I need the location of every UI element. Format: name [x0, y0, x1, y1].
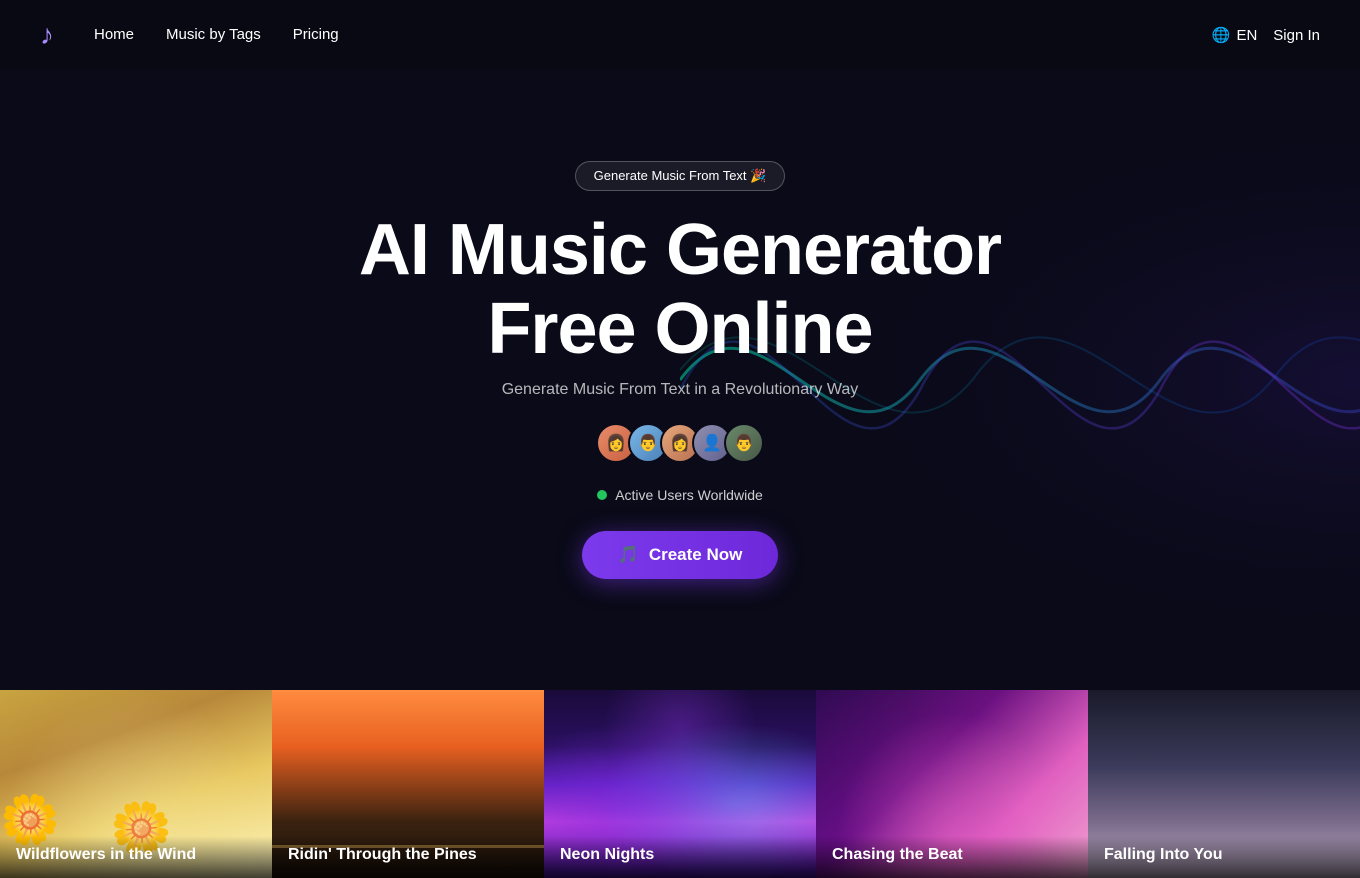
nav-item-music-by-tags[interactable]: Music by Tags: [166, 26, 261, 44]
create-button-label: Create Now: [649, 545, 743, 565]
create-music-icon: 🎵: [618, 545, 639, 565]
nav-item-home[interactable]: Home: [94, 26, 134, 44]
card-wildflowers-label: Wildflowers in the Wind: [0, 836, 272, 878]
hero-title-line2: Free Online: [487, 289, 872, 369]
pricing-link[interactable]: Pricing: [293, 26, 339, 43]
music-cards-section: 🌼 🌼 🌼 Wildflowers in the Wind Ridin' Thr…: [0, 690, 1360, 878]
lang-label: EN: [1236, 27, 1257, 44]
card-chasing-label: Chasing the Beat: [816, 836, 1088, 878]
globe-icon: 🌐: [1212, 26, 1231, 44]
nav-links: Home Music by Tags Pricing: [94, 26, 339, 44]
card-ridin[interactable]: Ridin' Through the Pines: [272, 690, 544, 878]
hero-content: Generate Music From Text 🎉 AI Music Gene…: [359, 161, 1001, 579]
card-neon-label: Neon Nights: [544, 836, 816, 878]
card-falling-label: Falling Into You: [1088, 836, 1360, 878]
card-falling[interactable]: Falling Into You: [1088, 690, 1360, 878]
hero-badge: Generate Music From Text 🎉: [575, 161, 786, 191]
avatar-5: 👨: [724, 423, 764, 463]
sign-in-button[interactable]: Sign In: [1273, 27, 1320, 44]
card-neon[interactable]: Neon Nights: [544, 690, 816, 878]
navbar: ♪ Home Music by Tags Pricing 🌐 EN Sign I…: [0, 0, 1360, 70]
card-wildflowers[interactable]: 🌼 🌼 🌼 Wildflowers in the Wind: [0, 690, 272, 878]
active-users-text: Active Users Worldwide: [615, 487, 763, 503]
home-link[interactable]: Home: [94, 26, 134, 43]
language-button[interactable]: 🌐 EN: [1212, 26, 1258, 44]
nav-item-pricing[interactable]: Pricing: [293, 26, 339, 44]
hero-title: AI Music Generator Free Online: [359, 211, 1001, 369]
hero-title-line1: AI Music Generator: [359, 210, 1001, 290]
logo: ♪: [40, 19, 54, 51]
nav-left: ♪ Home Music by Tags Pricing: [40, 19, 339, 51]
active-users-row: Active Users Worldwide: [597, 487, 763, 503]
card-chasing[interactable]: Chasing the Beat: [816, 690, 1088, 878]
hero-section: Generate Music From Text 🎉 AI Music Gene…: [0, 70, 1360, 690]
create-now-button[interactable]: 🎵 Create Now: [582, 531, 779, 579]
hero-subtitle: Generate Music From Text in a Revolution…: [502, 381, 859, 399]
nav-right: 🌐 EN Sign In: [1212, 26, 1320, 44]
music-by-tags-link[interactable]: Music by Tags: [166, 26, 261, 43]
logo-icon: ♪: [40, 19, 54, 51]
card-ridin-label: Ridin' Through the Pines: [272, 836, 544, 878]
active-indicator: [597, 490, 607, 500]
badge-text: Generate Music From Text 🎉: [594, 168, 767, 184]
avatars-row: 👩 👨 👩 👤 👨: [596, 423, 764, 463]
